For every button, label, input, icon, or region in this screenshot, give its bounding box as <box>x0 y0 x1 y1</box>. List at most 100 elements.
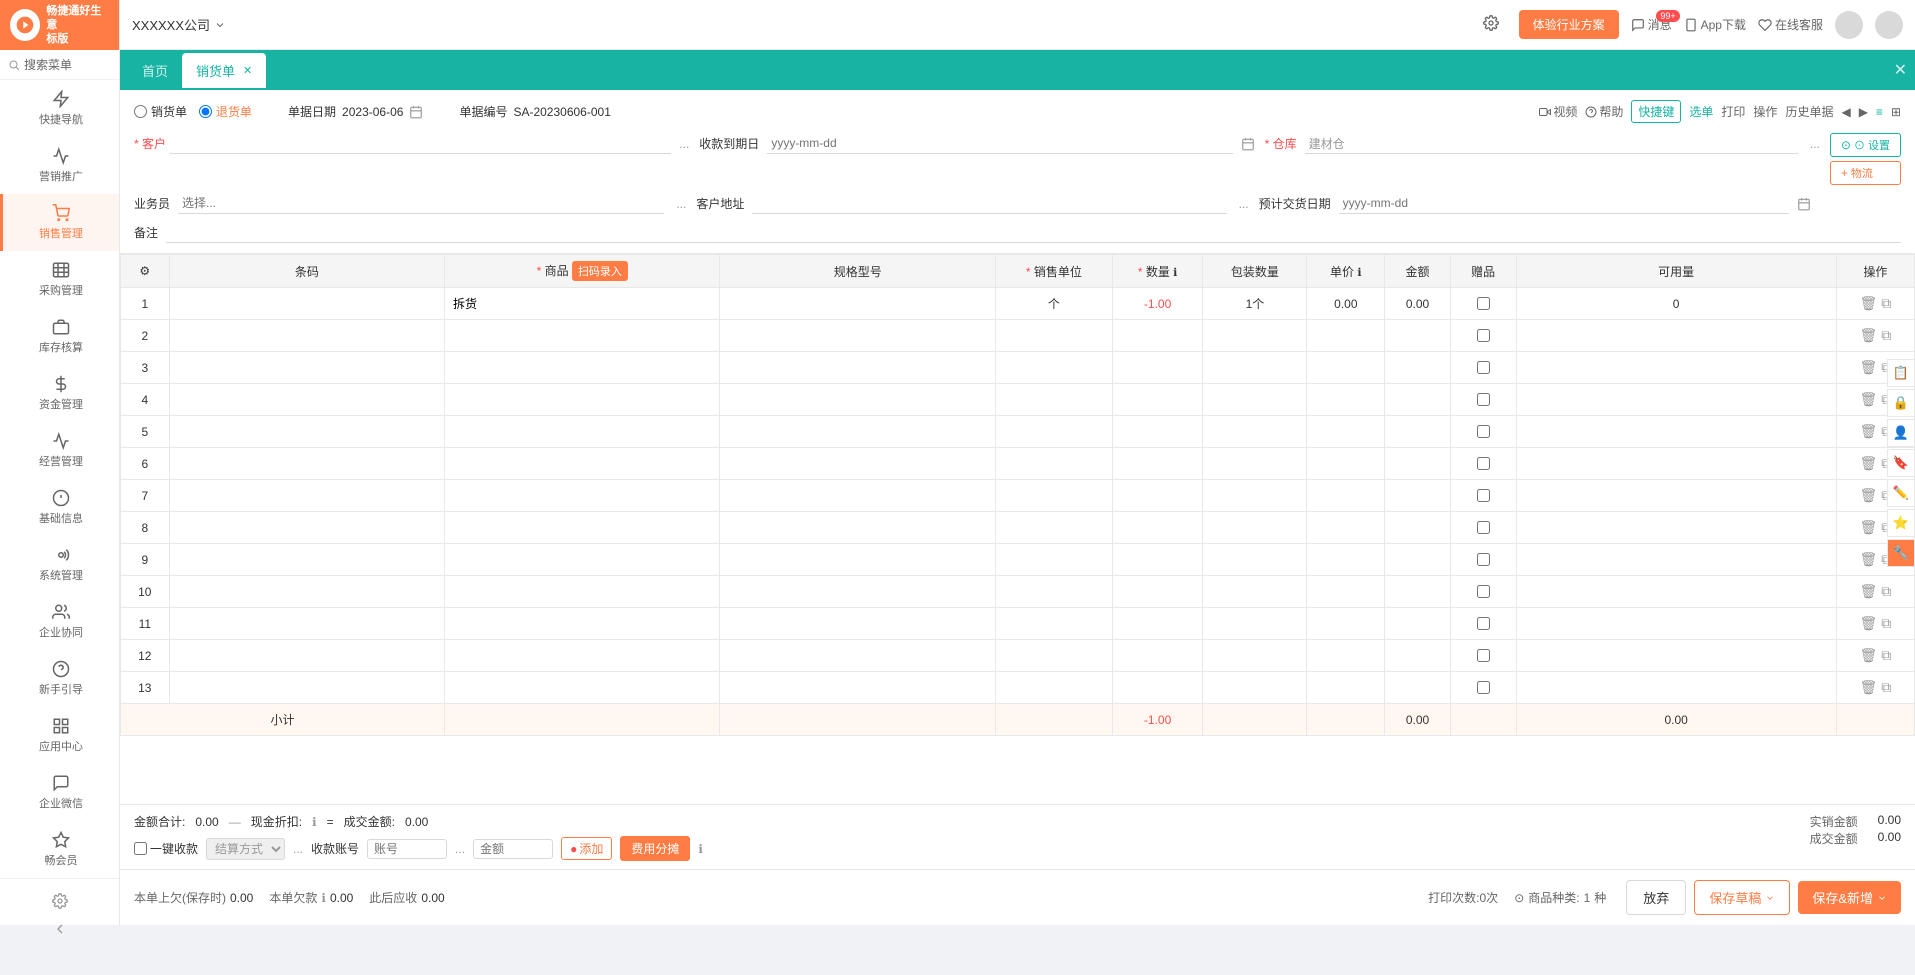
row-spec[interactable] <box>720 512 995 544</box>
one-click-checkbox[interactable] <box>134 842 147 855</box>
right-tool-7[interactable]: 🔧 <box>1887 539 1915 567</box>
row-spec[interactable] <box>720 576 995 608</box>
row-qty[interactable] <box>1112 480 1203 512</box>
spec-input[interactable] <box>728 489 986 503</box>
row-spec[interactable] <box>720 448 995 480</box>
copy-icon[interactable]: ⧉ <box>1881 647 1891 664</box>
row-qty[interactable] <box>1112 544 1203 576</box>
sidebar-item-marketing[interactable]: 营销推广 <box>0 137 119 194</box>
row-barcode[interactable] <box>169 352 444 384</box>
sidebar-settings-btn[interactable] <box>0 887 119 915</box>
row-qty[interactable] <box>1112 448 1203 480</box>
product-input[interactable] <box>453 361 711 375</box>
delete-icon[interactable]: 🗑 <box>1860 615 1878 632</box>
action-print[interactable]: 打印 <box>1721 103 1745 120</box>
right-tool-1[interactable]: 📋 <box>1887 359 1915 387</box>
delete-icon[interactable]: 🗑 <box>1860 551 1878 568</box>
amount-input[interactable] <box>473 839 553 859</box>
right-tool-6[interactable]: ⭐ <box>1887 509 1915 537</box>
product-input[interactable] <box>453 521 711 535</box>
row-product[interactable] <box>445 576 720 608</box>
delete-icon[interactable]: 🗑 <box>1860 647 1878 664</box>
goods-type[interactable]: ⊙ 商品种类: 1 种 <box>1514 889 1606 906</box>
copy-icon[interactable]: ⧉ <box>1881 679 1891 696</box>
one-click-pay-check[interactable]: 一键收款 <box>134 840 198 857</box>
customer-input[interactable] <box>170 133 671 154</box>
product-input[interactable] <box>453 649 711 663</box>
tabbar-close-all-btn[interactable]: ✕ <box>1894 60 1907 80</box>
row-price[interactable] <box>1307 512 1385 544</box>
spec-input[interactable] <box>728 425 986 439</box>
barcode-input[interactable] <box>178 489 436 503</box>
gift-checkbox[interactable] <box>1477 681 1490 694</box>
address-input[interactable] <box>752 193 1226 214</box>
product-input[interactable] <box>453 553 711 567</box>
product-input[interactable] <box>453 296 711 310</box>
row-barcode[interactable] <box>169 640 444 672</box>
spec-input[interactable] <box>728 617 986 631</box>
row-price[interactable] <box>1307 640 1385 672</box>
radio-sales-input[interactable] <box>134 105 147 118</box>
product-input[interactable] <box>453 585 711 599</box>
gift-checkbox[interactable] <box>1477 425 1490 438</box>
nav-prev-icon[interactable]: ◀ <box>1841 105 1850 119</box>
row-barcode[interactable] <box>169 448 444 480</box>
action-help[interactable]: 帮助 <box>1585 103 1623 120</box>
product-input[interactable] <box>453 425 711 439</box>
row-gift[interactable] <box>1450 544 1516 576</box>
radio-return[interactable]: 退货单 <box>199 103 252 120</box>
gift-checkbox[interactable] <box>1477 649 1490 662</box>
tab-home[interactable]: 首页 <box>128 53 182 88</box>
delivery-calendar-icon[interactable] <box>1797 197 1811 211</box>
product-input[interactable] <box>453 489 711 503</box>
scan-btn[interactable]: 扫码录入 <box>572 261 628 281</box>
company-selector[interactable]: XXXXXX公司 <box>132 15 1483 34</box>
product-input[interactable] <box>453 457 711 471</box>
right-tool-4[interactable]: 🔖 <box>1887 449 1915 477</box>
sidebar-item-operations[interactable]: 经营管理 <box>0 422 119 479</box>
row-barcode[interactable] <box>169 480 444 512</box>
due-date-calendar-icon[interactable] <box>1241 137 1255 151</box>
trial-btn[interactable]: 体验行业方案 <box>1519 10 1619 39</box>
sidebar-search[interactable]: 搜索菜单 <box>0 50 119 80</box>
row-price[interactable] <box>1307 480 1385 512</box>
row-gift[interactable] <box>1450 608 1516 640</box>
delete-icon[interactable]: 🗑 <box>1860 455 1878 472</box>
discount-info-icon[interactable]: ℹ <box>312 815 317 829</box>
sidebar-item-inventory[interactable]: 库存核算 <box>0 308 119 365</box>
row-spec[interactable] <box>720 544 995 576</box>
barcode-input[interactable] <box>178 457 436 471</box>
topbar-gear-icon[interactable] <box>1483 15 1499 34</box>
row-product[interactable] <box>445 640 720 672</box>
barcode-input[interactable] <box>178 425 436 439</box>
row-spec[interactable] <box>720 672 995 704</box>
user-avatar-2[interactable] <box>1875 11 1903 39</box>
account-dots[interactable]: ... <box>455 842 465 856</box>
sidebar-item-enterprise[interactable]: 企业协同 <box>0 593 119 650</box>
expense-info-icon[interactable]: ℹ <box>698 842 703 856</box>
spec-input[interactable] <box>728 585 986 599</box>
row-spec[interactable] <box>720 608 995 640</box>
row-price[interactable] <box>1307 544 1385 576</box>
add-payment-btn[interactable]: ● 添加 <box>561 837 612 860</box>
barcode-input[interactable] <box>178 297 436 311</box>
row-gift[interactable] <box>1450 416 1516 448</box>
barcode-input[interactable] <box>178 329 436 343</box>
payment-dots[interactable]: ... <box>293 842 303 856</box>
radio-return-input[interactable] <box>199 105 212 118</box>
row-price[interactable] <box>1307 608 1385 640</box>
salesperson-input[interactable] <box>178 193 664 214</box>
spec-input[interactable] <box>728 553 986 567</box>
row-price[interactable] <box>1307 384 1385 416</box>
spec-input[interactable] <box>728 329 986 343</box>
row-product[interactable] <box>445 352 720 384</box>
expense-btn[interactable]: 费用分摊 <box>620 836 690 861</box>
row-barcode[interactable] <box>169 608 444 640</box>
online-service-btn[interactable]: 在线客服 <box>1758 16 1823 33</box>
row-qty[interactable] <box>1112 320 1203 352</box>
row-qty[interactable] <box>1112 640 1203 672</box>
row-price[interactable] <box>1307 576 1385 608</box>
row-product[interactable] <box>445 384 720 416</box>
spec-input[interactable] <box>728 649 986 663</box>
row-spec[interactable] <box>720 288 995 320</box>
